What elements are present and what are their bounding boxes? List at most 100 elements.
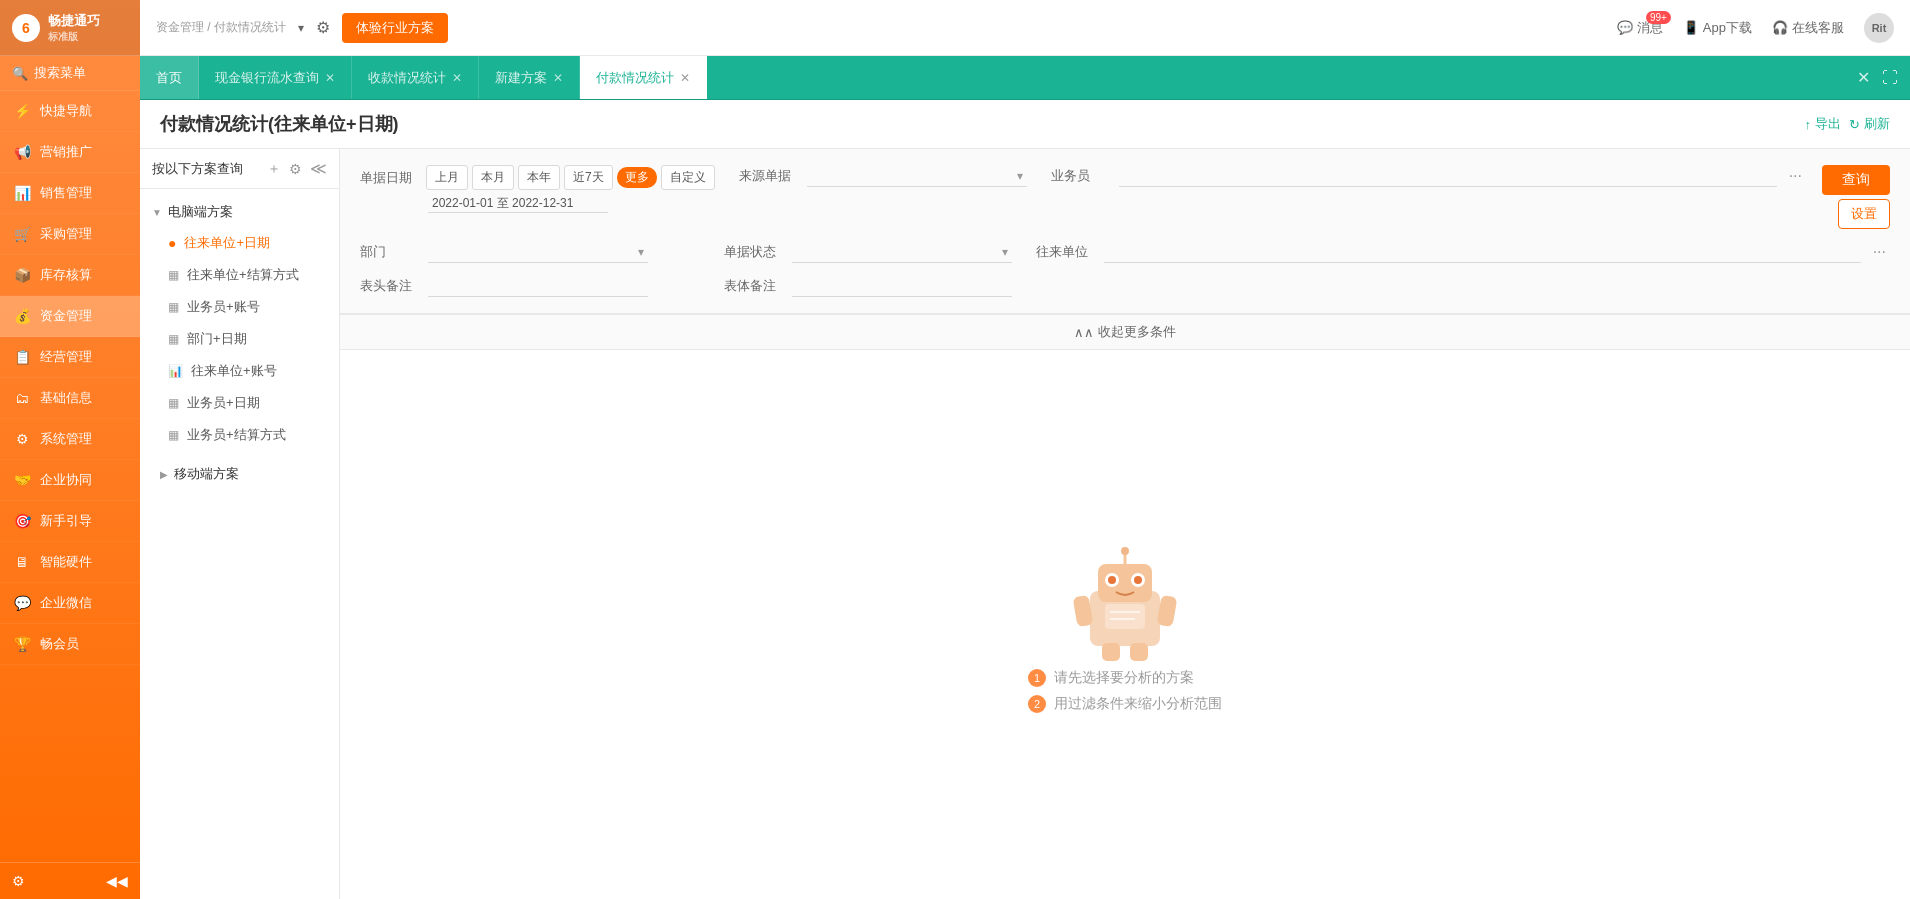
sidebar-item-guide[interactable]: 🎯 新手引导 bbox=[0, 501, 140, 542]
bank-flow-tab-label: 现金银行流水查询 bbox=[215, 69, 319, 87]
payment-stat-tab-close[interactable]: ✕ bbox=[680, 71, 690, 85]
refresh-btn[interactable]: ↻ 刷新 bbox=[1849, 115, 1890, 133]
scheme-active-icon: ● bbox=[168, 235, 176, 251]
sidebar-item-hardware[interactable]: 🖥 智能硬件 bbox=[0, 542, 140, 583]
sidebar-item-wechat[interactable]: 💬 企业微信 bbox=[0, 583, 140, 624]
wechat-icon: 💬 bbox=[12, 593, 32, 613]
sidebar-item-quick-nav[interactable]: ⚡ 快捷导航 bbox=[0, 91, 140, 132]
scheme-item-unit-settle[interactable]: ▦ 往来单位+结算方式 bbox=[140, 259, 339, 291]
collapse-sidebar-icon[interactable]: ◀◀ bbox=[106, 873, 128, 889]
header-right: 💬 消息 99+ 📱 App下载 🎧 在线客服 Rit bbox=[1617, 13, 1894, 43]
head-note-input[interactable] bbox=[428, 275, 648, 297]
scheme-label-unit-date: 往来单位+日期 bbox=[184, 234, 270, 252]
partner-input[interactable] bbox=[1104, 241, 1861, 263]
sidebar-item-basic[interactable]: 🗂 基础信息 bbox=[0, 378, 140, 419]
sales-icon: 📊 bbox=[12, 183, 32, 203]
sidebar-label-guide: 新手引导 bbox=[40, 512, 92, 530]
tip-text-1: 请先选择要分析的方案 bbox=[1054, 669, 1194, 687]
app-logo: 6 畅捷通巧 标准版 bbox=[0, 0, 140, 56]
tab-payment-stat[interactable]: 付款情况统计 ✕ bbox=[580, 56, 707, 99]
tab-home[interactable]: 首页 bbox=[140, 56, 199, 99]
dept-select[interactable] bbox=[428, 241, 648, 263]
online-service-btn[interactable]: 🎧 在线客服 bbox=[1772, 19, 1844, 37]
svg-rect-12 bbox=[1105, 604, 1145, 629]
page-area: 付款情况统计(往来单位+日期) ↑ 导出 ↻ 刷新 按以下方案查询 ＋ bbox=[140, 100, 1910, 899]
sidebar-item-member[interactable]: 🏆 畅会员 bbox=[0, 624, 140, 665]
message-btn[interactable]: 💬 消息 99+ bbox=[1617, 19, 1663, 37]
tab-bank-flow[interactable]: 现金银行流水查询 ✕ bbox=[199, 56, 352, 99]
tab-expand-icon[interactable]: ⛶ bbox=[1882, 69, 1898, 87]
sidebar-label-marketing: 营销推广 bbox=[40, 143, 92, 161]
header-settings-btn[interactable]: ⚙ bbox=[316, 18, 330, 37]
sidebar-item-purchase[interactable]: 🛒 采购管理 bbox=[0, 214, 140, 255]
sidebar-item-finance[interactable]: 💰 资金管理 bbox=[0, 296, 140, 337]
scheme-item-staff-date[interactable]: ▦ 业务员+日期 bbox=[140, 387, 339, 419]
purchase-icon: 🛒 bbox=[12, 224, 32, 244]
sidebar-item-inventory[interactable]: 📦 库存核算 bbox=[0, 255, 140, 296]
scheme-item-unit-account[interactable]: 📊 往来单位+账号 bbox=[140, 355, 339, 387]
tab-close-all-icon[interactable]: ✕ bbox=[1857, 68, 1870, 87]
settings-bottom-icon[interactable]: ⚙ bbox=[12, 873, 25, 889]
bank-flow-tab-close[interactable]: ✕ bbox=[325, 71, 335, 85]
mobile-arrow-icon: ▶ bbox=[160, 469, 168, 480]
sidebar-item-enterprise[interactable]: 🤝 企业协同 bbox=[0, 460, 140, 501]
scheme-item-unit-date[interactable]: ● 往来单位+日期 bbox=[140, 227, 339, 259]
user-avatar[interactable]: Rit bbox=[1864, 13, 1894, 43]
export-icon: ↑ bbox=[1805, 117, 1812, 132]
svg-point-7 bbox=[1121, 547, 1129, 555]
scheme-item-staff-settle[interactable]: ▦ 业务员+结算方式 bbox=[140, 419, 339, 451]
date-btn-more[interactable]: 更多 bbox=[617, 167, 657, 188]
date-btn-this-month[interactable]: 本月 bbox=[472, 165, 514, 190]
search-menu-label: 搜索菜单 bbox=[34, 64, 86, 82]
sidebar-item-operation[interactable]: 📋 经营管理 bbox=[0, 337, 140, 378]
date-btn-custom[interactable]: 自定义 bbox=[661, 165, 715, 190]
tab-new-scheme[interactable]: 新建方案 ✕ bbox=[479, 56, 580, 99]
status-select[interactable] bbox=[792, 241, 1012, 263]
marketing-icon: 📢 bbox=[12, 142, 32, 162]
app-download-label: App下载 bbox=[1703, 19, 1752, 37]
enterprise-icon: 🤝 bbox=[12, 470, 32, 490]
search-menu-item[interactable]: 🔍 搜索菜单 bbox=[0, 56, 140, 91]
staff-input[interactable] bbox=[1119, 165, 1777, 187]
mobile-section-title[interactable]: ▶ 移动端方案 bbox=[140, 459, 339, 489]
empty-robot-svg bbox=[1060, 536, 1190, 666]
sidebar-item-system[interactable]: ⚙ 系统管理 bbox=[0, 419, 140, 460]
settings-scheme-icon[interactable]: ⚙ bbox=[289, 161, 302, 177]
sidebar-label-system: 系统管理 bbox=[40, 430, 92, 448]
add-scheme-icon[interactable]: ＋ bbox=[267, 160, 281, 178]
app-download-btn[interactable]: 📱 App下载 bbox=[1683, 19, 1752, 37]
page-header: 付款情况统计(往来单位+日期) ↑ 导出 ↻ 刷新 bbox=[140, 100, 1910, 149]
date-btn-last-month[interactable]: 上月 bbox=[426, 165, 468, 190]
staff-ellipsis-icon[interactable]: ··· bbox=[1785, 167, 1806, 185]
scheme-side-panel: 按以下方案查询 ＋ ⚙ ≪ ▼ 电脑端方案 ● 往来单位+日期 bbox=[140, 149, 340, 899]
logo-icon: 6 bbox=[12, 14, 40, 42]
scheme-label-staff-date: 业务员+日期 bbox=[187, 394, 260, 412]
query-btn[interactable]: 查询 bbox=[1822, 165, 1890, 195]
date-btn-this-year[interactable]: 本年 bbox=[518, 165, 560, 190]
date-range-input[interactable] bbox=[428, 194, 608, 213]
desktop-section-title[interactable]: ▼ 电脑端方案 bbox=[140, 197, 339, 227]
date-filter-label: 单据日期 bbox=[360, 169, 420, 187]
tab-receipt-stat[interactable]: 收款情况统计 ✕ bbox=[352, 56, 479, 99]
trial-industry-btn[interactable]: 体验行业方案 bbox=[342, 13, 448, 43]
sidebar-item-marketing[interactable]: 📢 营销推广 bbox=[0, 132, 140, 173]
collapse-panel-icon[interactable]: ≪ bbox=[310, 159, 327, 178]
partner-ellipsis-icon[interactable]: ··· bbox=[1869, 243, 1890, 261]
source-select[interactable] bbox=[807, 165, 1027, 187]
breadcrumb-dropdown-icon[interactable]: ▾ bbox=[298, 21, 304, 35]
filter-settings-btn[interactable]: 设置 bbox=[1838, 199, 1890, 229]
export-btn[interactable]: ↑ 导出 bbox=[1805, 115, 1842, 133]
date-btn-7days[interactable]: 近7天 bbox=[564, 165, 613, 190]
date-filter-btns: 上月 本月 本年 近7天 更多 自定义 bbox=[426, 165, 715, 190]
new-scheme-tab-close[interactable]: ✕ bbox=[553, 71, 563, 85]
head-note-label: 表头备注 bbox=[360, 277, 420, 295]
collapse-more-btn[interactable]: ∧∧ 收起更多条件 bbox=[1074, 323, 1176, 341]
staff-filter-label: 业务员 bbox=[1051, 167, 1111, 185]
source-select-wrap: ▾ bbox=[807, 165, 1027, 187]
page-actions: ↑ 导出 ↻ 刷新 bbox=[1805, 115, 1891, 133]
scheme-item-dept-date[interactable]: ▦ 部门+日期 bbox=[140, 323, 339, 355]
receipt-stat-tab-close[interactable]: ✕ bbox=[452, 71, 462, 85]
sidebar-item-sales[interactable]: 📊 销售管理 bbox=[0, 173, 140, 214]
scheme-item-staff-account[interactable]: ▦ 业务员+账号 bbox=[140, 291, 339, 323]
body-note-input[interactable] bbox=[792, 275, 1012, 297]
